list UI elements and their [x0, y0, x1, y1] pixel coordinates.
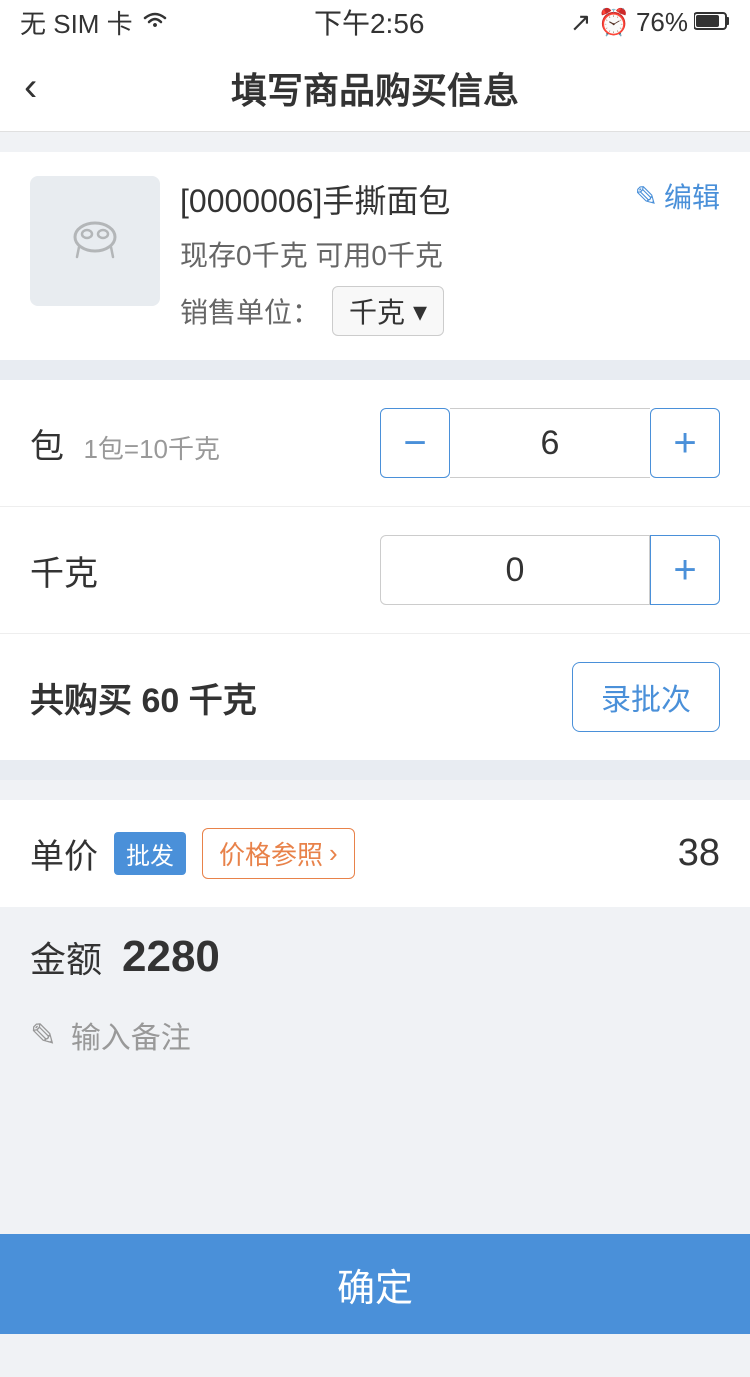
product-stock: 现存0千克 可用0千克 [180, 234, 720, 274]
chevron-down-icon: ▾ [413, 295, 427, 328]
back-button[interactable]: ‹ [24, 65, 37, 110]
page-title: 填写商品购买信息 [231, 62, 519, 114]
separator-2 [0, 760, 750, 780]
price-value: 38 [678, 832, 720, 875]
amount-section: 金额 2280 ✎ 输入备注 [0, 907, 750, 1077]
amount-row: 金额 2280 [30, 931, 720, 983]
battery-icon [694, 7, 730, 38]
location-icon: ↗ [570, 7, 592, 38]
price-section: 单价 批发 价格参照 › 38 [0, 800, 750, 907]
status-bar: 无 SIM 卡 下午2:56 ↗ ⏰ 76% [0, 0, 750, 44]
nav-bar: ‹ 填写商品购买信息 [0, 44, 750, 132]
stock-current: 现存0千克 [180, 240, 308, 271]
battery-text: 76% [636, 7, 688, 38]
kg-controls: + [380, 535, 720, 605]
kg-plus-button[interactable]: + [650, 535, 720, 605]
batch-button[interactable]: 录批次 [572, 662, 720, 732]
edit-button[interactable]: ✎ 编辑 [635, 176, 720, 216]
bao-input[interactable] [450, 408, 650, 478]
note-row[interactable]: ✎ 输入备注 [30, 1003, 720, 1077]
amount-label: 金额 [30, 931, 102, 983]
bao-hint: 1包=10千克 [83, 434, 220, 464]
bao-row: 包 1包=10千克 − + [0, 380, 750, 507]
total-row: 共购买 60 千克 录批次 [0, 634, 750, 760]
separator-1 [0, 360, 750, 380]
price-row: 单价 批发 价格参照 › 38 [30, 828, 720, 879]
bao-controls: − + [380, 408, 720, 478]
note-placeholder: 输入备注 [71, 1013, 191, 1057]
edit-icon: ✎ [635, 180, 658, 213]
unit-label: 销售单位： [180, 291, 320, 331]
status-right: ↗ ⏰ 76% [570, 7, 730, 38]
status-left: 无 SIM 卡 [20, 4, 169, 41]
bao-label: 包 1包=10千克 [30, 419, 380, 468]
total-text: 共购买 60 千克 [30, 673, 257, 722]
kg-label: 千克 [30, 546, 380, 595]
alarm-icon: ⏰ [598, 7, 630, 38]
wifi-icon [141, 7, 169, 38]
product-image [30, 176, 160, 306]
total-amount: 60 [141, 682, 179, 720]
kg-input[interactable] [380, 535, 650, 605]
note-icon: ✎ [30, 1016, 57, 1054]
price-ref-button[interactable]: 价格参照 › [202, 828, 355, 879]
product-unit: 销售单位： 千克 ▾ [180, 286, 720, 336]
price-label: 单价 [30, 829, 98, 878]
kg-row: 千克 + [0, 507, 750, 634]
bao-plus-button[interactable]: + [650, 408, 720, 478]
amount-value: 2280 [122, 932, 220, 982]
stock-available: 可用0千克 [315, 240, 443, 271]
bao-input-section: 包 1包=10千克 − + 千克 + [0, 380, 750, 634]
status-time: 下午2:56 [314, 2, 425, 42]
confirm-button[interactable]: 确定 [0, 1234, 750, 1334]
chevron-right-icon: › [329, 838, 338, 869]
product-card: [0000006]手撕面包 现存0千克 可用0千克 销售单位： 千克 ▾ ✎ 编… [0, 152, 750, 360]
bao-minus-button[interactable]: − [380, 408, 450, 478]
no-sim-text: 无 SIM 卡 [20, 4, 133, 41]
price-tag: 批发 [114, 832, 186, 875]
unit-selector[interactable]: 千克 ▾ [332, 286, 444, 336]
